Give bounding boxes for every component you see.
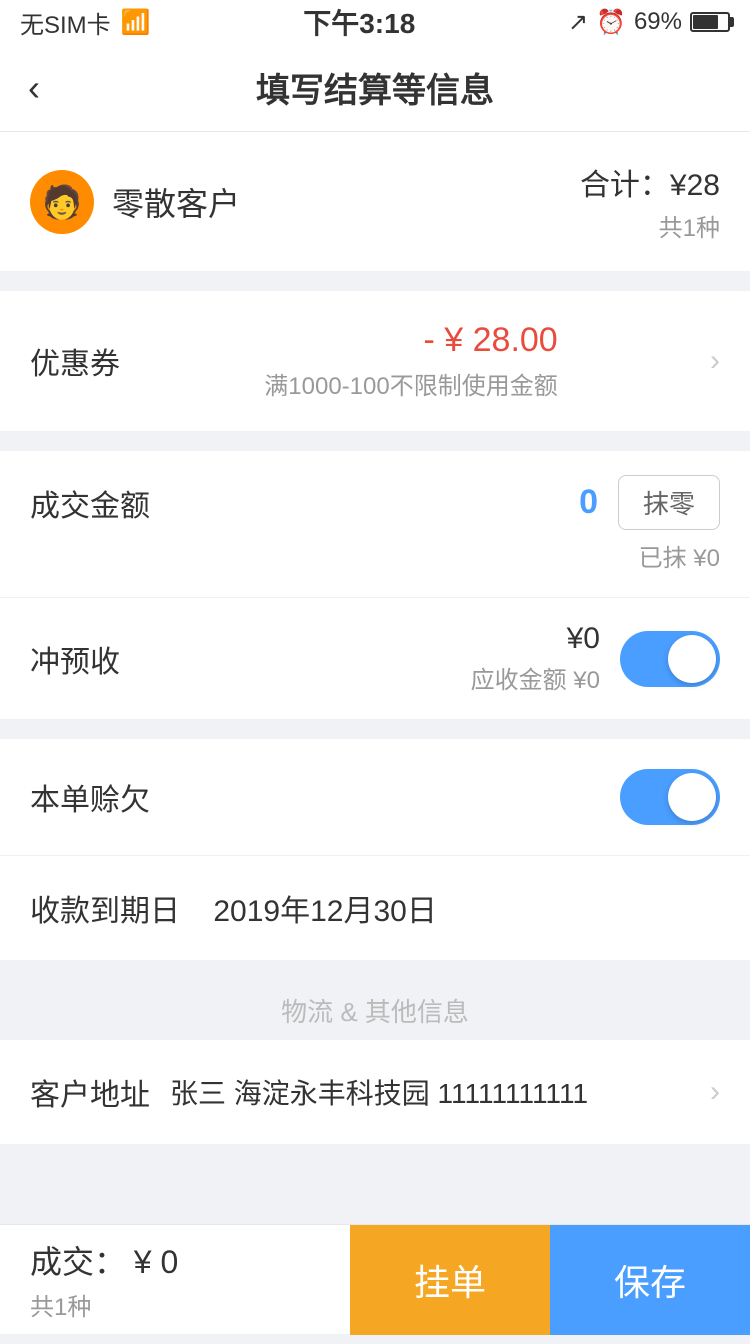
address-row[interactable]: 客户地址 张三 海淀永丰科技园 11111111111 › bbox=[0, 1040, 750, 1144]
logistics-label: 物流 & 其他信息 bbox=[281, 992, 469, 1029]
deal-amount-label: 成交金额 bbox=[30, 481, 150, 525]
wifi-icon: 📶 bbox=[121, 8, 151, 37]
deal-right: 0 抹零 bbox=[579, 475, 720, 530]
deal-amount-row: 成交金额 0 抹零 已抹 ¥0 bbox=[0, 451, 750, 598]
prepay-toggle[interactable] bbox=[620, 631, 720, 687]
status-left: 无SIM卡 📶 bbox=[20, 5, 151, 40]
address-chevron-icon: › bbox=[710, 1075, 720, 1109]
coupon-row[interactable]: 优惠券 - ¥ 28.00 满1000-100不限制使用金额 › bbox=[0, 291, 750, 431]
debt-row: 本单赊欠 bbox=[0, 739, 750, 855]
pending-button[interactable]: 挂单 bbox=[350, 1225, 550, 1335]
status-time: 下午3:18 bbox=[303, 2, 415, 42]
divider-3 bbox=[0, 719, 750, 739]
back-button[interactable]: ‹ bbox=[28, 67, 40, 109]
due-date-value: 2019年12月30日 bbox=[213, 895, 436, 928]
status-right: ↗ ⏰ 69% bbox=[568, 8, 730, 37]
bottom-bar: 成交： ¥ 0 共1种 挂单 保存 bbox=[0, 1224, 750, 1334]
deal-value: 0 bbox=[579, 483, 598, 522]
customer-avatar: 🧑 bbox=[30, 170, 94, 234]
location-icon: ↗ bbox=[568, 8, 588, 37]
coupon-chevron-icon: › bbox=[710, 344, 720, 378]
prepay-right-group: ¥0 应收金额 ¥0 bbox=[471, 622, 720, 695]
prepay-main: ¥0 bbox=[471, 622, 600, 656]
customer-name: 零散客户 bbox=[112, 179, 240, 225]
due-date-row[interactable]: 收款到期日 2019年12月30日 bbox=[0, 855, 750, 960]
coupon-value: - ¥ 28.00 bbox=[424, 321, 558, 360]
customer-total: 合计：¥28 bbox=[580, 160, 720, 204]
avatar-icon: 🧑 bbox=[42, 183, 82, 221]
divider-4 bbox=[0, 960, 750, 980]
customer-row: 🧑 零散客户 合计：¥28 共1种 bbox=[0, 132, 750, 271]
debt-toggle-thumb bbox=[668, 773, 716, 821]
bottom-info: 成交： ¥ 0 共1种 bbox=[0, 1237, 350, 1322]
prepay-values: ¥0 应收金额 ¥0 bbox=[471, 622, 600, 695]
prepay-sub: 应收金额 ¥0 bbox=[471, 660, 600, 695]
page-title: 填写结算等信息 bbox=[256, 63, 494, 112]
nav-bar: ‹ 填写结算等信息 bbox=[0, 44, 750, 132]
deal-sub: 已抹 ¥0 bbox=[30, 538, 720, 573]
bottom-deal-value: ¥ 0 bbox=[134, 1244, 178, 1280]
customer-left: 🧑 零散客户 bbox=[30, 170, 240, 234]
battery-percent: 69% bbox=[634, 8, 682, 36]
sim-status: 无SIM卡 bbox=[20, 5, 111, 40]
prepay-label: 冲预收 bbox=[30, 637, 120, 681]
logistics-section-header: 物流 & 其他信息 bbox=[0, 980, 750, 1040]
coupon-label: 优惠券 bbox=[30, 339, 120, 383]
prepay-row: 冲预收 ¥0 应收金额 ¥0 bbox=[0, 598, 750, 719]
customer-right: 合计：¥28 共1种 bbox=[580, 160, 720, 243]
coupon-sub: 满1000-100不限制使用金额 bbox=[264, 366, 557, 401]
battery-icon bbox=[690, 12, 730, 32]
divider-1 bbox=[0, 271, 750, 291]
address-label: 客户地址 bbox=[30, 1070, 150, 1114]
divider-2 bbox=[0, 431, 750, 451]
coupon-right: - ¥ 28.00 满1000-100不限制使用金额 bbox=[264, 321, 557, 401]
bottom-count: 共1种 bbox=[30, 1287, 320, 1322]
status-bar: 无SIM卡 📶 下午3:18 ↗ ⏰ 69% bbox=[0, 0, 750, 44]
toggle-thumb bbox=[668, 635, 716, 683]
coupon-section: 优惠券 - ¥ 28.00 满1000-100不限制使用金额 › bbox=[0, 291, 750, 431]
address-value: 张三 海淀永丰科技园 11111111111 bbox=[170, 1072, 710, 1112]
debt-label: 本单赊欠 bbox=[30, 775, 150, 819]
due-date-label: 收款到期日 2019年12月30日 bbox=[30, 895, 437, 928]
round-zero-button[interactable]: 抹零 bbox=[618, 475, 720, 530]
alarm-icon: ⏰ bbox=[596, 8, 626, 37]
debt-toggle[interactable] bbox=[620, 769, 720, 825]
customer-count: 共1种 bbox=[580, 208, 720, 243]
save-button[interactable]: 保存 bbox=[550, 1225, 750, 1335]
bottom-deal: 成交： ¥ 0 bbox=[30, 1237, 320, 1283]
